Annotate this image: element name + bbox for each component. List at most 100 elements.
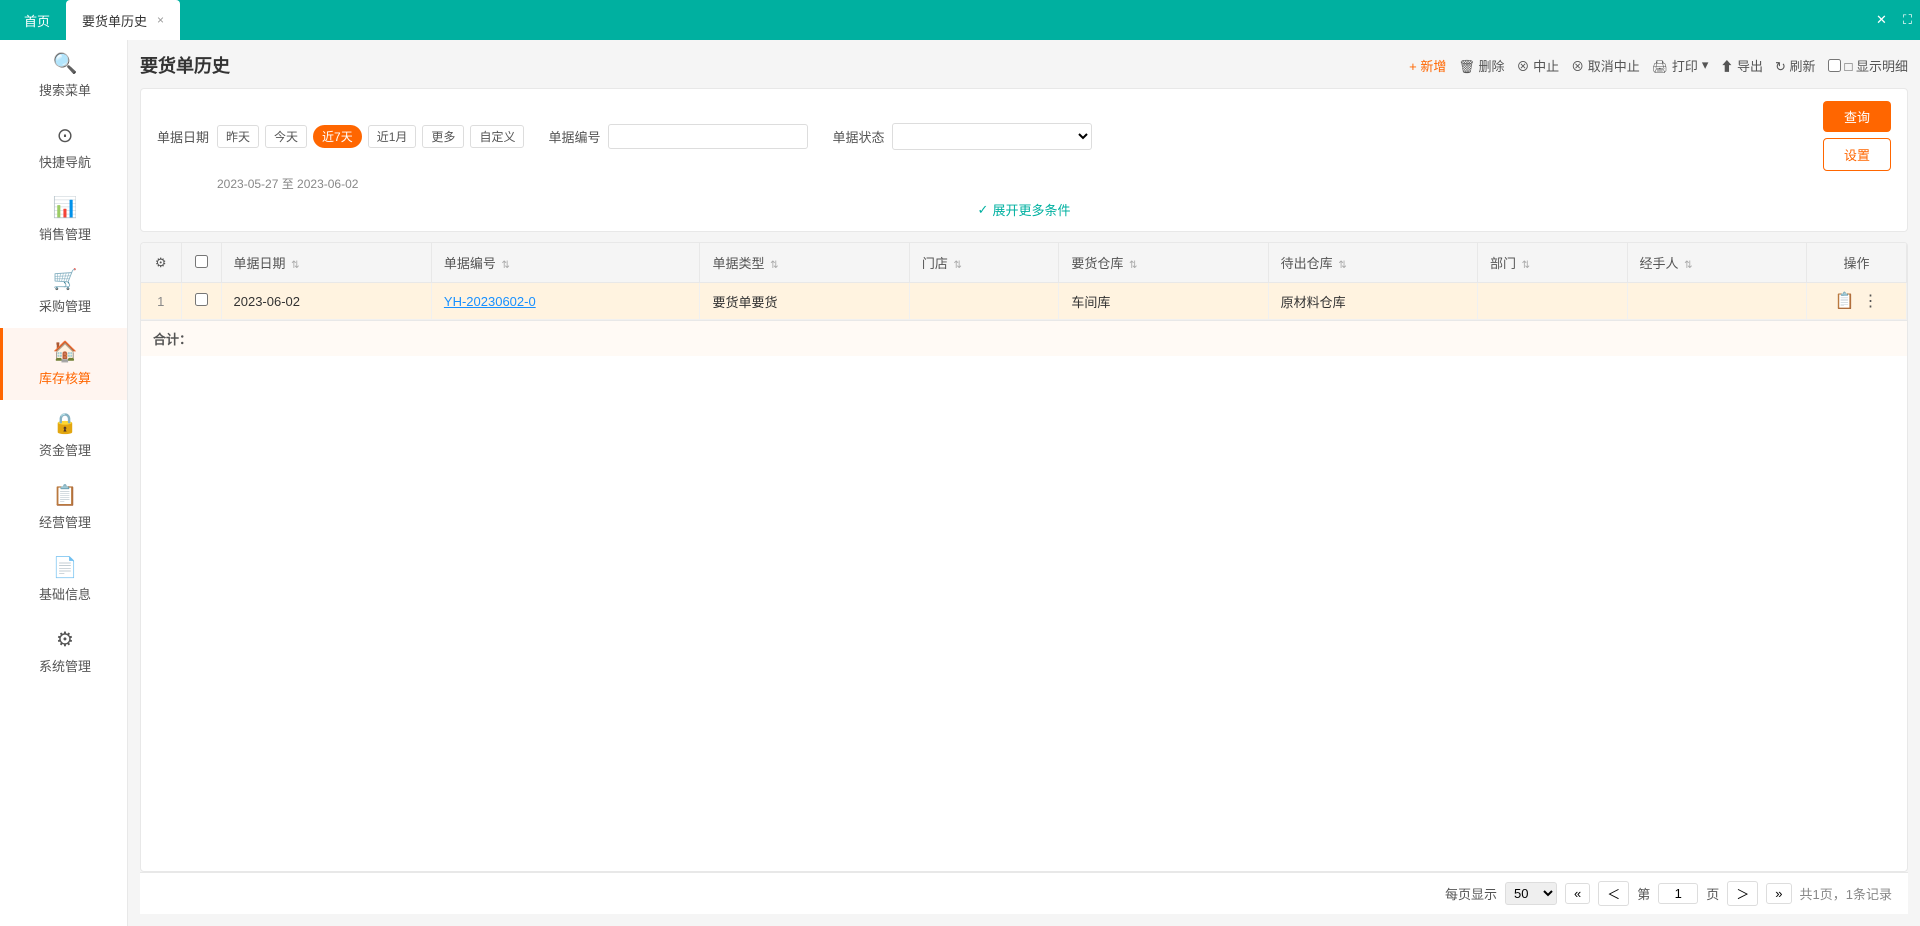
row-req-warehouse: 车间库 (1059, 283, 1268, 320)
toolbar: + 新增 🗑 删除 ⊗ 中止 ⊗ 取消中止 🖨 打印 ▾ ⬆ 导出 (1409, 56, 1908, 75)
query-button[interactable]: 查询 (1823, 101, 1891, 132)
new-button[interactable]: + 新增 (1409, 56, 1446, 75)
th-store[interactable]: 门店 ⇅ (909, 243, 1059, 283)
sort-handler-icon: ⇅ (1684, 260, 1692, 271)
select-all-checkbox[interactable] (195, 255, 208, 268)
date-filter-buttons: 昨天 今天 近7天 近1月 更多 自定义 (217, 125, 524, 148)
expand-more-btn[interactable]: ✓ 展开更多条件 (157, 200, 1891, 219)
th-department[interactable]: 部门 ⇅ (1478, 243, 1628, 283)
sidebar-item-finance-mgmt[interactable]: 🔒 资金管理 (0, 400, 127, 472)
date-range-display: 2023-05-27 至 2023-06-02 (217, 177, 358, 191)
tab-requisition-history[interactable]: 要货单历史 × (66, 0, 180, 40)
sort-pending-warehouse-icon: ⇅ (1338, 260, 1346, 271)
sidebar-item-basic-info[interactable]: 📄 基础信息 (0, 544, 127, 616)
page-number-input[interactable] (1658, 883, 1698, 904)
sidebar-item-finance-mgmt-label: 资金管理 (39, 440, 91, 459)
row-order-no[interactable]: YH-20230602-0 (431, 283, 700, 320)
edit-action-icon[interactable]: 📋 (1835, 291, 1855, 311)
total-info: 共1页，1条记录 (1800, 884, 1892, 903)
last-page-btn[interactable]: » (1766, 883, 1791, 904)
sidebar-item-quick-nav-label: 快捷导航 (39, 152, 91, 171)
export-button[interactable]: ⬆ 导出 (1720, 56, 1763, 75)
filter-action-buttons: 查询 设置 (1823, 101, 1891, 171)
purchase-mgmt-icon: 🛒 (53, 270, 78, 290)
sort-order-type-icon: ⇅ (770, 260, 778, 271)
th-pending-warehouse[interactable]: 待出仓库 ⇅ (1268, 243, 1477, 283)
row-pending-warehouse: 原材料仓库 (1268, 283, 1477, 320)
row-store (909, 283, 1059, 320)
date-btn-custom[interactable]: 自定义 (470, 125, 524, 148)
th-handler[interactable]: 经手人 ⇅ (1627, 243, 1806, 283)
print-button[interactable]: 🖨 打印 ▾ (1652, 56, 1709, 75)
finance-mgmt-icon: 🔒 (53, 414, 78, 434)
order-no-input[interactable] (608, 124, 808, 149)
close-tab-btn[interactable]: × (157, 13, 164, 27)
th-settings[interactable]: ⚙ (141, 243, 181, 283)
sidebar-item-basic-info-label: 基础信息 (39, 584, 91, 603)
sidebar-item-sales-mgmt-label: 销售管理 (39, 224, 91, 243)
display-cell-checkbox[interactable] (1828, 59, 1841, 72)
page-size-label: 每页显示 (1445, 884, 1497, 903)
sidebar-item-quick-nav[interactable]: ⊙ 快捷导航 (0, 112, 127, 184)
page-label-after: 页 (1706, 884, 1719, 903)
sort-date-icon: ⇅ (291, 260, 299, 271)
sort-req-warehouse-icon: ⇅ (1129, 260, 1137, 271)
sales-mgmt-icon: 📊 (53, 198, 78, 218)
table-footer: 合计： (141, 320, 1907, 356)
row-checkbox-cell[interactable] (181, 283, 221, 320)
data-table: ⚙ 单据日期 ⇅ 单据编号 ⇅ 单据类型 (141, 243, 1907, 320)
system-mgmt-icon: ⚙ (56, 630, 74, 650)
row-num: 1 (141, 283, 181, 320)
sidebar-item-sales-mgmt[interactable]: 📊 销售管理 (0, 184, 127, 256)
sidebar-item-system-mgmt-label: 系统管理 (39, 656, 91, 675)
sidebar-item-system-mgmt[interactable]: ⚙ 系统管理 (0, 616, 127, 688)
delete-button[interactable]: 🗑 删除 (1458, 56, 1504, 75)
refresh-button[interactable]: ↻ 刷新 (1775, 56, 1816, 75)
status-filter-item: 单据状态 (832, 123, 1092, 150)
tab-home[interactable]: 首页 (8, 0, 66, 40)
row-checkbox[interactable] (195, 293, 208, 306)
date-btn-1month[interactable]: 近1月 (368, 125, 417, 148)
date-filter-item: 单据日期 昨天 今天 近7天 近1月 更多 自定义 (157, 125, 524, 148)
th-req-warehouse[interactable]: 要货仓库 ⇅ (1059, 243, 1268, 283)
table-header-row: ⚙ 单据日期 ⇅ 单据编号 ⇅ 单据类型 (141, 243, 1907, 283)
sidebar-item-search-menu[interactable]: 🔍 搜索菜单 (0, 40, 127, 112)
next-page-btn[interactable]: ＞ (1727, 881, 1758, 906)
status-select[interactable] (892, 123, 1092, 150)
date-btn-yesterday[interactable]: 昨天 (217, 125, 259, 148)
date-btn-today[interactable]: 今天 (265, 125, 307, 148)
close-window-btn[interactable]: ✕ (1876, 12, 1887, 28)
filter-settings-button[interactable]: 设置 (1823, 138, 1891, 171)
page-title: 要货单历史 (140, 52, 1409, 78)
stop-button[interactable]: ⊗ 中止 (1516, 56, 1559, 75)
chevron-down-icon: ✓ (978, 202, 989, 218)
resize-window-btn[interactable]: ⛶ (1903, 12, 1912, 28)
sidebar-item-purchase-mgmt[interactable]: 🛒 采购管理 (0, 256, 127, 328)
status-label: 单据状态 (832, 127, 884, 146)
filter-panel: 单据日期 昨天 今天 近7天 近1月 更多 自定义 单据编号 (140, 88, 1908, 232)
first-page-btn[interactable]: « (1565, 883, 1590, 904)
operations-mgmt-icon: 📋 (53, 486, 78, 506)
sort-order-no-icon: ⇅ (502, 260, 510, 271)
cancel-stop-button[interactable]: ⊗ 取消中止 (1571, 56, 1640, 75)
th-date[interactable]: 单据日期 ⇅ (221, 243, 431, 283)
sidebar-item-operations-mgmt[interactable]: 📋 经营管理 (0, 472, 127, 544)
order-no-label: 单据编号 (548, 127, 600, 146)
content-area: 要货单历史 + 新增 🗑 删除 ⊗ 中止 ⊗ 取消中止 🖨 打印 ▾ (128, 40, 1920, 926)
date-btn-more[interactable]: 更多 (422, 125, 464, 148)
sidebar-item-inventory[interactable]: 🏠 库存核算 (0, 328, 127, 400)
row-handler (1627, 283, 1806, 320)
filter-row: 单据日期 昨天 今天 近7天 近1月 更多 自定义 单据编号 (157, 101, 1891, 171)
display-cell-button[interactable]: □ 显示明细 (1828, 56, 1908, 75)
more-action-icon[interactable]: ⋮ (1862, 291, 1878, 311)
page-size-select[interactable]: 50 20 100 (1505, 882, 1557, 905)
prev-page-btn[interactable]: ＜ (1598, 881, 1629, 906)
th-actions: 操作 (1807, 243, 1907, 283)
date-btn-7days[interactable]: 近7天 (313, 125, 362, 148)
basic-info-icon: 📄 (53, 558, 78, 578)
th-order-type[interactable]: 单据类型 ⇅ (700, 243, 909, 283)
th-order-no[interactable]: 单据编号 ⇅ (431, 243, 700, 283)
inventory-icon: 🏠 (53, 342, 78, 362)
row-date: 2023-06-02 (221, 283, 431, 320)
th-checkbox[interactable] (181, 243, 221, 283)
